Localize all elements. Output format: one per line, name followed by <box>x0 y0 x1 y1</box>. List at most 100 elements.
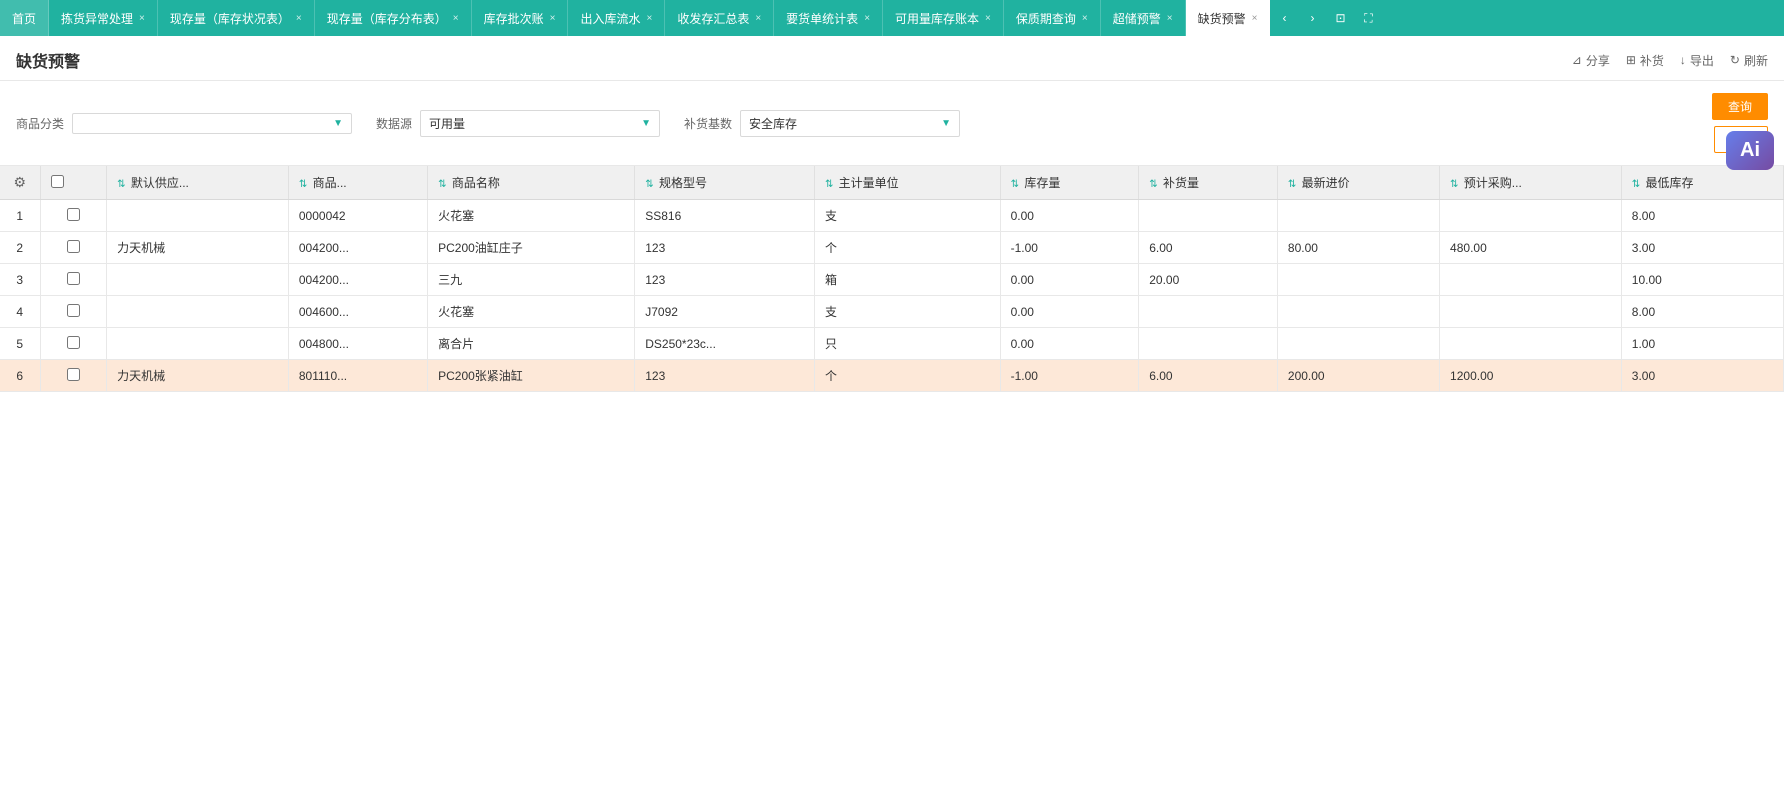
cell-estimated-purchase: 1200.00 <box>1440 360 1622 392</box>
tab-available[interactable]: 可用量库存账本 × <box>883 0 1004 36</box>
table-row: 3 004200... 三九 123 箱 0.00 20.00 10.00 <box>0 264 1784 296</box>
category-select[interactable]: ▼ <box>72 113 352 134</box>
tab-stock-status[interactable]: 现存量（库存状况表） × <box>158 0 315 36</box>
col-spec[interactable]: ⇅ 规格型号 <box>635 166 815 200</box>
cell-stock: 0.00 <box>1000 296 1139 328</box>
tab-prev-btn[interactable]: ‹ <box>1270 0 1298 36</box>
tab-flow[interactable]: 出入库流水 × <box>568 0 665 36</box>
cell-product-name: 火花塞 <box>428 296 635 328</box>
tab-restore-btn[interactable]: ⊡ <box>1326 0 1354 36</box>
export-button[interactable]: ↓ 导出 <box>1680 52 1714 69</box>
col-checkbox <box>40 166 107 200</box>
refresh-button[interactable]: ↻ 刷新 <box>1730 52 1768 69</box>
share-button[interactable]: ⊿ 分享 <box>1572 52 1610 69</box>
cell-unit: 个 <box>814 360 1000 392</box>
tab-close-flow[interactable]: × <box>646 13 652 24</box>
col-default-supplier[interactable]: ⇅ 默认供应... <box>107 166 289 200</box>
table-row: 4 004600... 火花塞 J7092 支 0.00 8.00 <box>0 296 1784 328</box>
datasource-filter: 数据源 可用量 ▼ <box>376 110 660 137</box>
cell-product-code: 004600... <box>288 296 427 328</box>
tab-close-expiry[interactable]: × <box>1082 13 1088 24</box>
col-estimated-purchase[interactable]: ⇅ 预计采购... <box>1440 166 1622 200</box>
cell-stock: 0.00 <box>1000 264 1139 296</box>
cell-product-code: 004800... <box>288 328 427 360</box>
row-checkbox[interactable] <box>67 304 80 317</box>
row-checkbox-cell <box>40 200 107 232</box>
tab-close-available[interactable]: × <box>985 13 991 24</box>
row-checkbox[interactable] <box>67 272 80 285</box>
cell-stock: -1.00 <box>1000 232 1139 264</box>
settings-gear-icon[interactable]: ⚙ <box>13 174 26 191</box>
cell-spec: 123 <box>635 232 815 264</box>
col-product-name[interactable]: ⇅ 商品名称 <box>428 166 635 200</box>
tab-close-stock-status[interactable]: × <box>296 13 302 24</box>
col-unit[interactable]: ⇅ 主计量单位 <box>814 166 1000 200</box>
cell-product-code: 004200... <box>288 232 427 264</box>
cell-replenish-qty: 6.00 <box>1139 232 1278 264</box>
replenish-button[interactable]: ⊞ 补货 <box>1626 52 1664 69</box>
row-checkbox[interactable] <box>67 208 80 221</box>
row-checkbox-cell <box>40 328 107 360</box>
tab-summary[interactable]: 收发存汇总表 × <box>665 0 774 36</box>
row-checkbox-cell <box>40 232 107 264</box>
tab-requisition[interactable]: 要货单统计表 × <box>774 0 883 36</box>
ai-badge[interactable]: Ai <box>1726 131 1774 170</box>
sort-code-icon: ⇅ <box>299 179 307 190</box>
table-row: 6 力天机械 801110... PC200张紧油缸 123 个 -1.00 6… <box>0 360 1784 392</box>
cell-latest-price <box>1277 264 1439 296</box>
cell-spec: DS250*23c... <box>635 328 815 360</box>
tab-batch[interactable]: 库存批次账 × <box>472 0 569 36</box>
sort-name-icon: ⇅ <box>438 179 446 190</box>
tab-shortage[interactable]: 缺货预警 × <box>1186 0 1271 36</box>
cell-product-name: PC200油缸庄子 <box>428 232 635 264</box>
replenish-base-label: 补货基数 <box>684 115 732 132</box>
cell-replenish-qty: 20.00 <box>1139 264 1278 296</box>
col-product-code[interactable]: ⇅ 商品... <box>288 166 427 200</box>
cell-replenish-qty <box>1139 296 1278 328</box>
tab-home[interactable]: 首页 <box>0 0 49 36</box>
row-checkbox[interactable] <box>67 336 80 349</box>
row-checkbox[interactable] <box>67 368 80 381</box>
tab-close-shortage[interactable]: × <box>1252 13 1258 24</box>
cell-latest-price <box>1277 296 1439 328</box>
row-checkbox[interactable] <box>67 240 80 253</box>
cell-stock: 0.00 <box>1000 200 1139 232</box>
tab-expiry[interactable]: 保质期查询 × <box>1004 0 1101 36</box>
sort-replenish-icon: ⇅ <box>1149 179 1157 190</box>
tab-overstock[interactable]: 超储预警 × <box>1101 0 1186 36</box>
tab-close-requisition[interactable]: × <box>864 13 870 24</box>
col-min-stock[interactable]: ⇅ 最低库存 <box>1621 166 1783 200</box>
datasource-chevron-icon: ▼ <box>641 118 651 129</box>
tab-close-picking[interactable]: × <box>139 13 145 24</box>
cell-min-stock: 8.00 <box>1621 200 1783 232</box>
cell-supplier <box>107 264 289 296</box>
tab-close-summary[interactable]: × <box>755 13 761 24</box>
tab-next-btn[interactable]: › <box>1298 0 1326 36</box>
sort-stock-icon: ⇅ <box>1011 179 1019 190</box>
datasource-select[interactable]: 可用量 ▼ <box>420 110 660 137</box>
tab-stock-dist[interactable]: 现存量（库存分布表） × <box>315 0 472 36</box>
select-all-checkbox[interactable] <box>51 175 64 188</box>
cell-product-code: 004200... <box>288 264 427 296</box>
tab-close-overstock[interactable]: × <box>1167 13 1173 24</box>
col-settings[interactable]: ⚙ <box>0 166 40 200</box>
tab-close-batch[interactable]: × <box>550 13 556 24</box>
cell-latest-price <box>1277 328 1439 360</box>
query-button[interactable]: 查询 <box>1712 93 1768 120</box>
tab-picking[interactable]: 拣货异常处理 × <box>49 0 158 36</box>
cell-unit: 只 <box>814 328 1000 360</box>
row-checkbox-cell <box>40 296 107 328</box>
cell-replenish-qty <box>1139 328 1278 360</box>
sort-min-stock-icon: ⇅ <box>1632 179 1640 190</box>
cell-product-name: PC200张紧油缸 <box>428 360 635 392</box>
sort-unit-icon: ⇅ <box>825 179 833 190</box>
tab-close-stock-dist[interactable]: × <box>453 13 459 24</box>
cell-latest-price <box>1277 200 1439 232</box>
export-icon: ↓ <box>1680 53 1686 67</box>
replenish-base-value: 安全库存 <box>749 115 809 132</box>
tab-fullscreen-btn[interactable]: ⛶ <box>1354 0 1382 36</box>
col-stock[interactable]: ⇅ 库存量 <box>1000 166 1139 200</box>
col-latest-price[interactable]: ⇅ 最新进价 <box>1277 166 1439 200</box>
replenish-base-select[interactable]: 安全库存 ▼ <box>740 110 960 137</box>
col-replenish-qty[interactable]: ⇅ 补货量 <box>1139 166 1278 200</box>
